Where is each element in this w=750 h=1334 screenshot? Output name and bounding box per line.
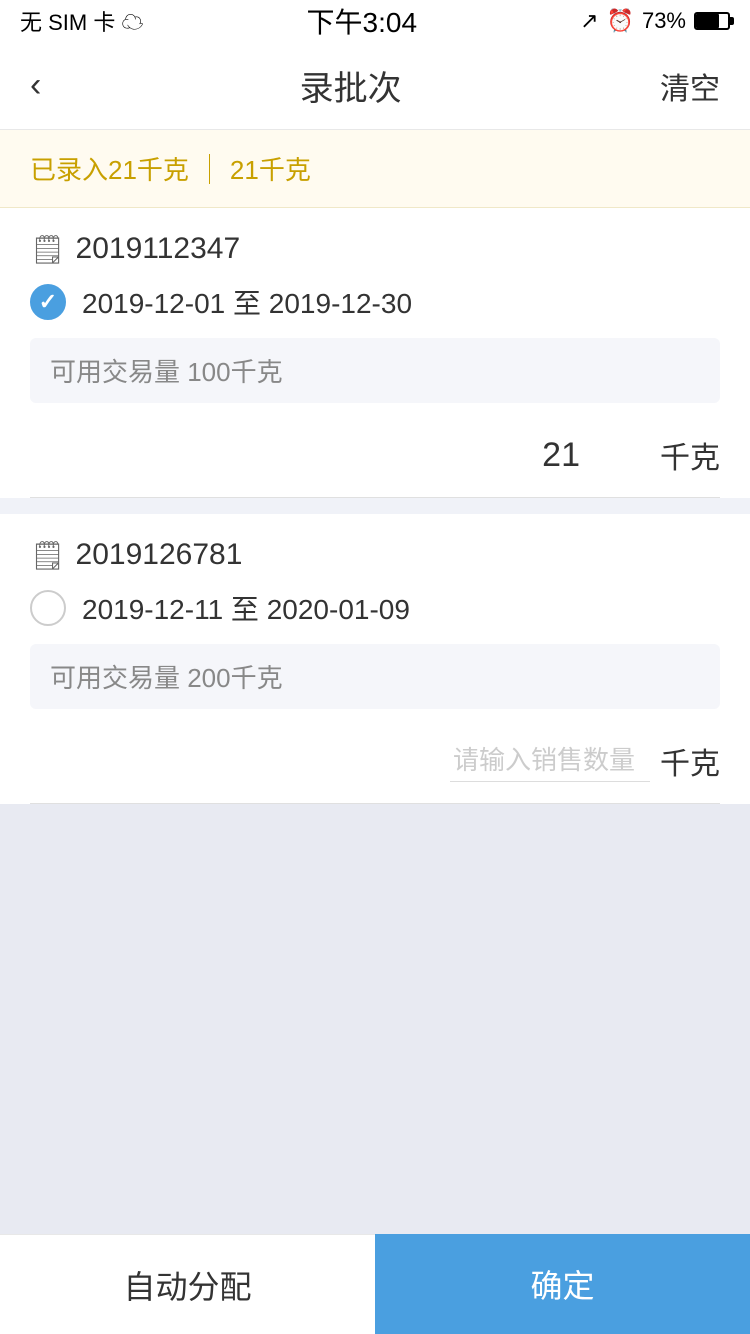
clear-button[interactable]: 清空 [660, 64, 720, 108]
status-right: ↗ ⏰ 73% [580, 8, 730, 34]
batch-2-radio[interactable] [30, 590, 66, 626]
signal-icon: ↗ [580, 8, 598, 34]
section-separator-1 [0, 498, 750, 514]
batch-1-unit: 千克 [660, 433, 720, 477]
batch-1-input-row: 21 千克 [0, 423, 750, 497]
batch-2-volume: 可用交易量 200千克 [30, 644, 720, 709]
status-bar: 无 SIM 卡 ☁ 下午3:04 ↗ ⏰ 73% [0, 0, 750, 42]
batch-1-number: 2019112347 [76, 232, 241, 266]
recorded-label: 已录入21千克 [30, 150, 189, 187]
battery-percent: 73% [642, 8, 686, 34]
info-divider [209, 154, 210, 184]
page-title: 录批次 [300, 61, 402, 110]
auto-distribute-button[interactable]: 自动分配 [0, 1234, 375, 1334]
batch-2-input-row: 千克 [0, 729, 750, 803]
batch-2-number: 2019126781 [76, 538, 243, 572]
batch-2-volume-text: 可用交易量 200千克 [50, 663, 283, 693]
empty-area [0, 804, 750, 1264]
batch-2-quantity-input[interactable] [450, 740, 650, 782]
batch-item-1: 🗒 2019112347 2019-12-01 至 2019-12-30 可用交… [0, 208, 750, 498]
batch-1-volume: 可用交易量 100千克 [30, 338, 720, 403]
batch-item-2: 🗒 2019126781 2019-12-11 至 2020-01-09 可用交… [0, 514, 750, 804]
batch-2-icon: 🗒 [30, 539, 66, 572]
batch-2-date-row: 2019-12-11 至 2020-01-09 [0, 582, 750, 638]
batch-1-radio[interactable] [30, 284, 66, 320]
confirm-button[interactable]: 确定 [375, 1234, 750, 1334]
batch-1-date-row: 2019-12-01 至 2019-12-30 [0, 276, 750, 332]
batch-1-icon: 🗒 [30, 233, 66, 266]
page-content: 已录入21千克 21千克 🗒 2019112347 2019-12-01 至 2… [0, 130, 750, 1264]
batch-1-value: 21 [542, 436, 580, 475]
batch-1-header: 🗒 2019112347 [0, 208, 750, 276]
nav-bar: ‹ 录批次 清空 [0, 42, 750, 130]
battery-icon [694, 12, 730, 30]
info-bar: 已录入21千克 21千克 [0, 130, 750, 208]
batch-2-date: 2019-12-11 至 2020-01-09 [82, 588, 410, 628]
bottom-bar: 自动分配 确定 [0, 1234, 750, 1334]
clock-icon: ⏰ [607, 8, 634, 34]
batch-2-unit: 千克 [660, 739, 720, 783]
batch-1-date: 2019-12-01 至 2019-12-30 [82, 282, 412, 322]
batch-2-header: 🗒 2019126781 [0, 514, 750, 582]
sim-status: 无 SIM 卡 ☁ [20, 5, 143, 37]
back-button[interactable]: ‹ [30, 66, 41, 105]
status-left: 无 SIM 卡 ☁ [20, 5, 143, 37]
status-time: 下午3:04 [307, 1, 418, 41]
batch-1-volume-text: 可用交易量 100千克 [50, 357, 283, 387]
recorded-value: 21千克 [230, 150, 311, 187]
